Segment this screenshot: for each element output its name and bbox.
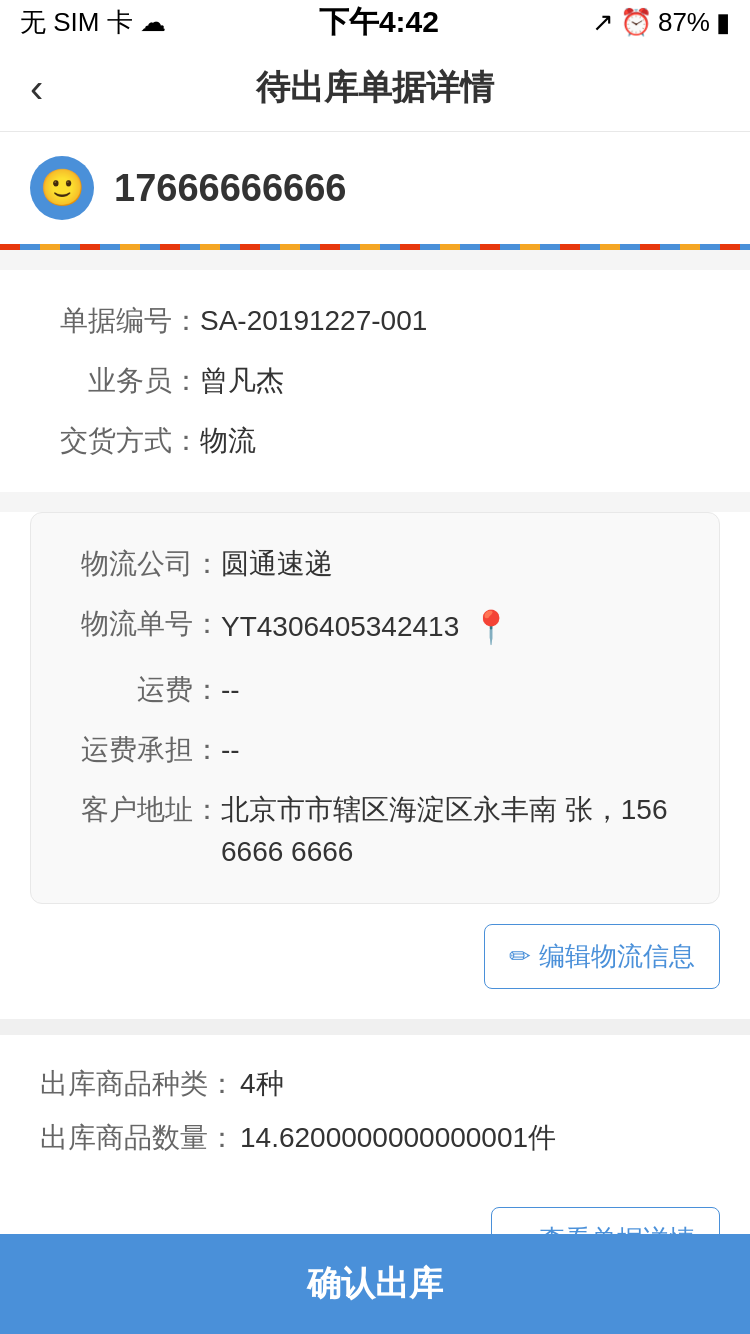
freight-label: 运费： bbox=[61, 669, 221, 711]
edit-btn-wrapper: ✏ 编辑物流信息 bbox=[0, 904, 750, 1019]
nav-bar: ‹ 待出库单据详情 bbox=[0, 44, 750, 132]
address-value: 北京市市辖区海淀区永丰南 张，156 6666 6666 bbox=[221, 789, 689, 873]
avatar: 🙂 bbox=[30, 156, 94, 220]
edit-icon: ✏ bbox=[509, 941, 531, 972]
delivery-method-label: 交货方式： bbox=[40, 420, 200, 462]
doc-number-row: 单据编号： SA-20191227-001 bbox=[40, 300, 710, 342]
battery-level: 87% bbox=[658, 7, 710, 38]
salesperson-row: 业务员： 曾凡杰 bbox=[40, 360, 710, 402]
logistics-tracking-row: 物流单号： YT43064053424​13 📍 bbox=[61, 603, 689, 651]
goods-section: 出库商品种类： 4种 出库商品数量： 14.62000000000000​01件 bbox=[0, 1035, 750, 1187]
logistics-tracking-label: 物流单号： bbox=[61, 603, 221, 645]
location-pin-icon[interactable]: 📍 bbox=[471, 603, 511, 651]
doc-number-label: 单据编号： bbox=[40, 300, 200, 342]
doc-number-value: SA-20191227-001 bbox=[200, 300, 710, 342]
confirm-outbound-button[interactable]: 确认出库 bbox=[0, 1234, 750, 1334]
salesperson-label: 业务员： bbox=[40, 360, 200, 402]
alarm-icon: ⏰ bbox=[620, 7, 652, 38]
freight-row: 运费： -- bbox=[61, 669, 689, 711]
section-divider bbox=[0, 1019, 750, 1035]
goods-quantity-row: 出库商品数量： 14.62000000000000​01件 bbox=[40, 1119, 710, 1157]
status-bar-right: ↗ ⏰ 87% ▮ bbox=[592, 7, 730, 38]
avatar-icon: 🙂 bbox=[40, 167, 85, 209]
logistics-company-row: 物流公司： 圆通速递 bbox=[61, 543, 689, 585]
goods-quantity-value: 14.62000000000000​01件 bbox=[240, 1119, 556, 1157]
battery-icon: ▮ bbox=[716, 7, 730, 38]
freight-bearer-row: 运费承担： -- bbox=[61, 729, 689, 771]
goods-quantity-label: 出库商品数量： bbox=[40, 1119, 240, 1157]
logistics-tracking-value: YT43064053424​13 📍 bbox=[221, 603, 689, 651]
location-icon: ↗ bbox=[592, 7, 614, 38]
freight-value: -- bbox=[221, 669, 689, 711]
dashed-divider bbox=[0, 244, 750, 250]
logistics-card: 物流公司： 圆通速递 物流单号： YT43064053424​13 📍 运费： … bbox=[30, 512, 720, 904]
status-bar-left: 无 SIM 卡 ☁ bbox=[20, 5, 166, 40]
delivery-method-value: 物流 bbox=[200, 420, 710, 462]
page-title: 待出库单据详情 bbox=[256, 65, 494, 111]
document-info-section: 单据编号： SA-20191227-001 业务员： 曾凡杰 交货方式： 物流 bbox=[0, 270, 750, 492]
status-bar: 无 SIM 卡 ☁ 下午4:42 ↗ ⏰ 87% ▮ bbox=[0, 0, 750, 44]
delivery-method-row: 交货方式： 物流 bbox=[40, 420, 710, 462]
edit-logistics-button[interactable]: ✏ 编辑物流信息 bbox=[484, 924, 720, 989]
sim-status: 无 SIM 卡 ☁ bbox=[20, 5, 166, 40]
customer-header: 🙂 17666666666 bbox=[0, 132, 750, 244]
freight-bearer-value: -- bbox=[221, 729, 689, 771]
freight-bearer-label: 运费承担： bbox=[61, 729, 221, 771]
goods-types-row: 出库商品种类： 4种 bbox=[40, 1065, 710, 1103]
goods-types-label: 出库商品种类： bbox=[40, 1065, 240, 1103]
confirm-btn-label: 确认出库 bbox=[307, 1261, 443, 1307]
status-bar-time: 下午4:42 bbox=[319, 2, 439, 43]
address-row: 客户地址： 北京市市辖区海淀区永丰南 张，156 6666 6666 bbox=[61, 789, 689, 873]
logistics-company-label: 物流公司： bbox=[61, 543, 221, 585]
back-button[interactable]: ‹ bbox=[30, 68, 43, 108]
edit-btn-label: 编辑物流信息 bbox=[539, 939, 695, 974]
goods-types-value: 4种 bbox=[240, 1065, 284, 1103]
logistics-company-value: 圆通速递 bbox=[221, 543, 689, 585]
salesperson-value: 曾凡杰 bbox=[200, 360, 710, 402]
customer-phone: 17666666666 bbox=[114, 167, 346, 210]
address-label: 客户地址： bbox=[61, 789, 221, 831]
